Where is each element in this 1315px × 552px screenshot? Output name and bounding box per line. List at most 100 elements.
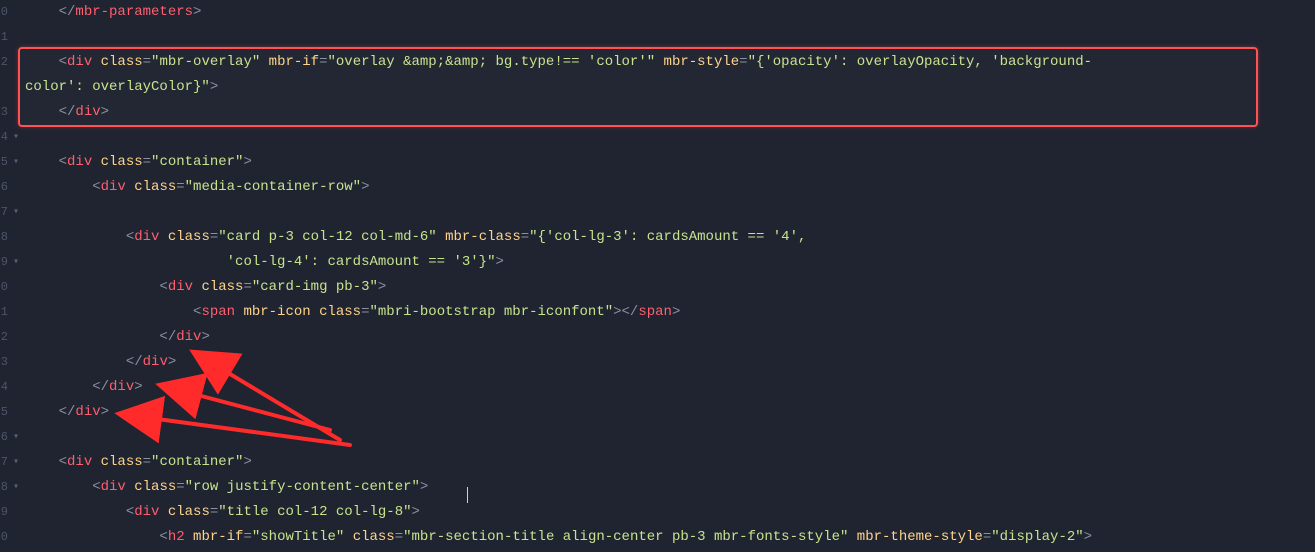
line-number: 0 <box>0 0 10 25</box>
code-token: h2 <box>168 529 193 545</box>
line-number: 2 <box>0 325 10 350</box>
code-line[interactable]: <div class="title col-12 col-lg-8"> <box>25 500 1310 525</box>
code-token: "mbr-overlay" <box>151 54 260 70</box>
code-token: mbr-theme-style <box>848 529 982 545</box>
code-line[interactable] <box>25 200 1310 225</box>
code-token: "mbri-bootstrap mbr-iconfont" <box>369 304 613 320</box>
line-number: 7 <box>0 450 10 475</box>
line-number: 8 <box>0 225 10 250</box>
code-token: span <box>201 304 243 320</box>
code-token: class <box>168 229 210 245</box>
code-token: "row justify-content-center" <box>185 479 420 495</box>
code-line[interactable] <box>25 425 1310 450</box>
code-line[interactable]: color': overlayColor}"> <box>25 75 1310 100</box>
code-line[interactable]: <h2 mbr-if="showTitle" class="mbr-sectio… <box>25 525 1310 550</box>
code-line[interactable]: <div class="card-img pb-3"> <box>25 275 1310 300</box>
code-line[interactable]: <div class="container"> <box>25 450 1310 475</box>
code-line[interactable]: </div> <box>25 375 1310 400</box>
code-token: div <box>101 479 135 495</box>
code-token: < <box>126 229 134 245</box>
code-token: > <box>361 179 369 195</box>
fold-marker[interactable]: ▾ <box>10 475 22 500</box>
code-line[interactable]: <div class="row justify-content-center"> <box>25 475 1310 500</box>
code-line[interactable] <box>25 25 1310 50</box>
code-token: class <box>344 529 394 545</box>
code-token: < <box>59 454 67 470</box>
code-token: "container" <box>151 154 243 170</box>
code-token: 'col-lg-4': cardsAmount == '3'}" <box>227 254 496 270</box>
code-token: mbr-if <box>193 529 243 545</box>
code-token: "overlay &amp;&amp; bg.type!== 'color'" <box>327 54 655 70</box>
code-token: div <box>168 279 202 295</box>
code-token: < <box>59 54 67 70</box>
code-token: class <box>101 54 143 70</box>
line-number: 8 <box>0 475 10 500</box>
code-line[interactable]: <div class="mbr-overlay" mbr-if="overlay… <box>25 50 1310 75</box>
code-line[interactable] <box>25 125 1310 150</box>
code-line[interactable]: </mbr-parameters> <box>25 0 1310 25</box>
code-line[interactable]: <div class="card p-3 col-12 col-md-6" mb… <box>25 225 1310 250</box>
code-token: </ <box>92 379 109 395</box>
code-token: class <box>134 179 176 195</box>
code-token: > <box>420 479 428 495</box>
code-token: div <box>67 454 101 470</box>
code-token: div <box>75 104 100 120</box>
code-token: > <box>378 279 386 295</box>
code-token: mbr-parameters <box>75 4 193 20</box>
code-line[interactable]: </div> <box>25 100 1310 125</box>
code-line[interactable]: </div> <box>25 325 1310 350</box>
code-token: = <box>210 504 218 520</box>
code-line[interactable]: 'col-lg-4': cardsAmount == '3'}"> <box>25 250 1310 275</box>
code-token: > <box>1084 529 1092 545</box>
line-number: 3 <box>0 350 10 375</box>
code-line[interactable]: <div class="container"> <box>25 150 1310 175</box>
code-token: > <box>168 354 176 370</box>
code-token: = <box>521 229 529 245</box>
fold-marker[interactable]: ▾ <box>10 125 22 150</box>
fold-marker[interactable]: ▾ <box>10 200 22 225</box>
code-line[interactable]: <div class="media-container-row"> <box>25 175 1310 200</box>
fold-marker[interactable]: ▾ <box>10 150 22 175</box>
code-token: </ <box>159 329 176 345</box>
code-token: = <box>243 529 251 545</box>
code-token: div <box>101 179 135 195</box>
fold-marker[interactable]: ▾ <box>10 250 22 275</box>
code-token: class <box>101 154 143 170</box>
code-token: mbr-icon class <box>243 304 361 320</box>
code-token: < <box>126 504 134 520</box>
code-token: div <box>109 379 134 395</box>
code-line[interactable]: </div> <box>25 350 1310 375</box>
line-number: 9 <box>0 250 10 275</box>
fold-marker[interactable]: ▾ <box>10 450 22 475</box>
line-number: 5 <box>0 400 10 425</box>
code-token: span <box>638 304 672 320</box>
line-number: 4 <box>0 375 10 400</box>
code-token: div <box>176 329 201 345</box>
code-area[interactable]: </mbr-parameters> <div class="mbr-overla… <box>25 0 1310 552</box>
line-number <box>0 75 10 100</box>
code-token: "display-2" <box>991 529 1083 545</box>
code-token: </ <box>126 354 143 370</box>
code-token: </ <box>59 404 76 420</box>
line-number: 9 <box>0 500 10 525</box>
code-token: < <box>159 279 167 295</box>
code-token: "card p-3 col-12 col-md-6" <box>218 229 436 245</box>
code-line[interactable]: </div> <box>25 400 1310 425</box>
code-token: div <box>75 404 100 420</box>
code-token: "showTitle" <box>252 529 344 545</box>
code-token: mbr-if <box>260 54 319 70</box>
line-number: 7 <box>0 200 10 225</box>
code-token: = <box>143 454 151 470</box>
code-token: div <box>67 154 101 170</box>
line-number: 4 <box>0 125 10 150</box>
code-editor[interactable]: 012345678901234567890 ▾▾▾▾▾▾▾ </mbr-para… <box>0 0 1315 552</box>
code-token: < <box>59 154 67 170</box>
code-line[interactable]: <span mbr-icon class="mbri-bootstrap mbr… <box>25 300 1310 325</box>
line-number: 3 <box>0 100 10 125</box>
code-token: > <box>672 304 680 320</box>
code-token: > <box>134 379 142 395</box>
code-token: > <box>495 254 503 270</box>
code-token: "title col-12 col-lg-8" <box>218 504 411 520</box>
code-token: = <box>983 529 991 545</box>
fold-marker[interactable]: ▾ <box>10 425 22 450</box>
